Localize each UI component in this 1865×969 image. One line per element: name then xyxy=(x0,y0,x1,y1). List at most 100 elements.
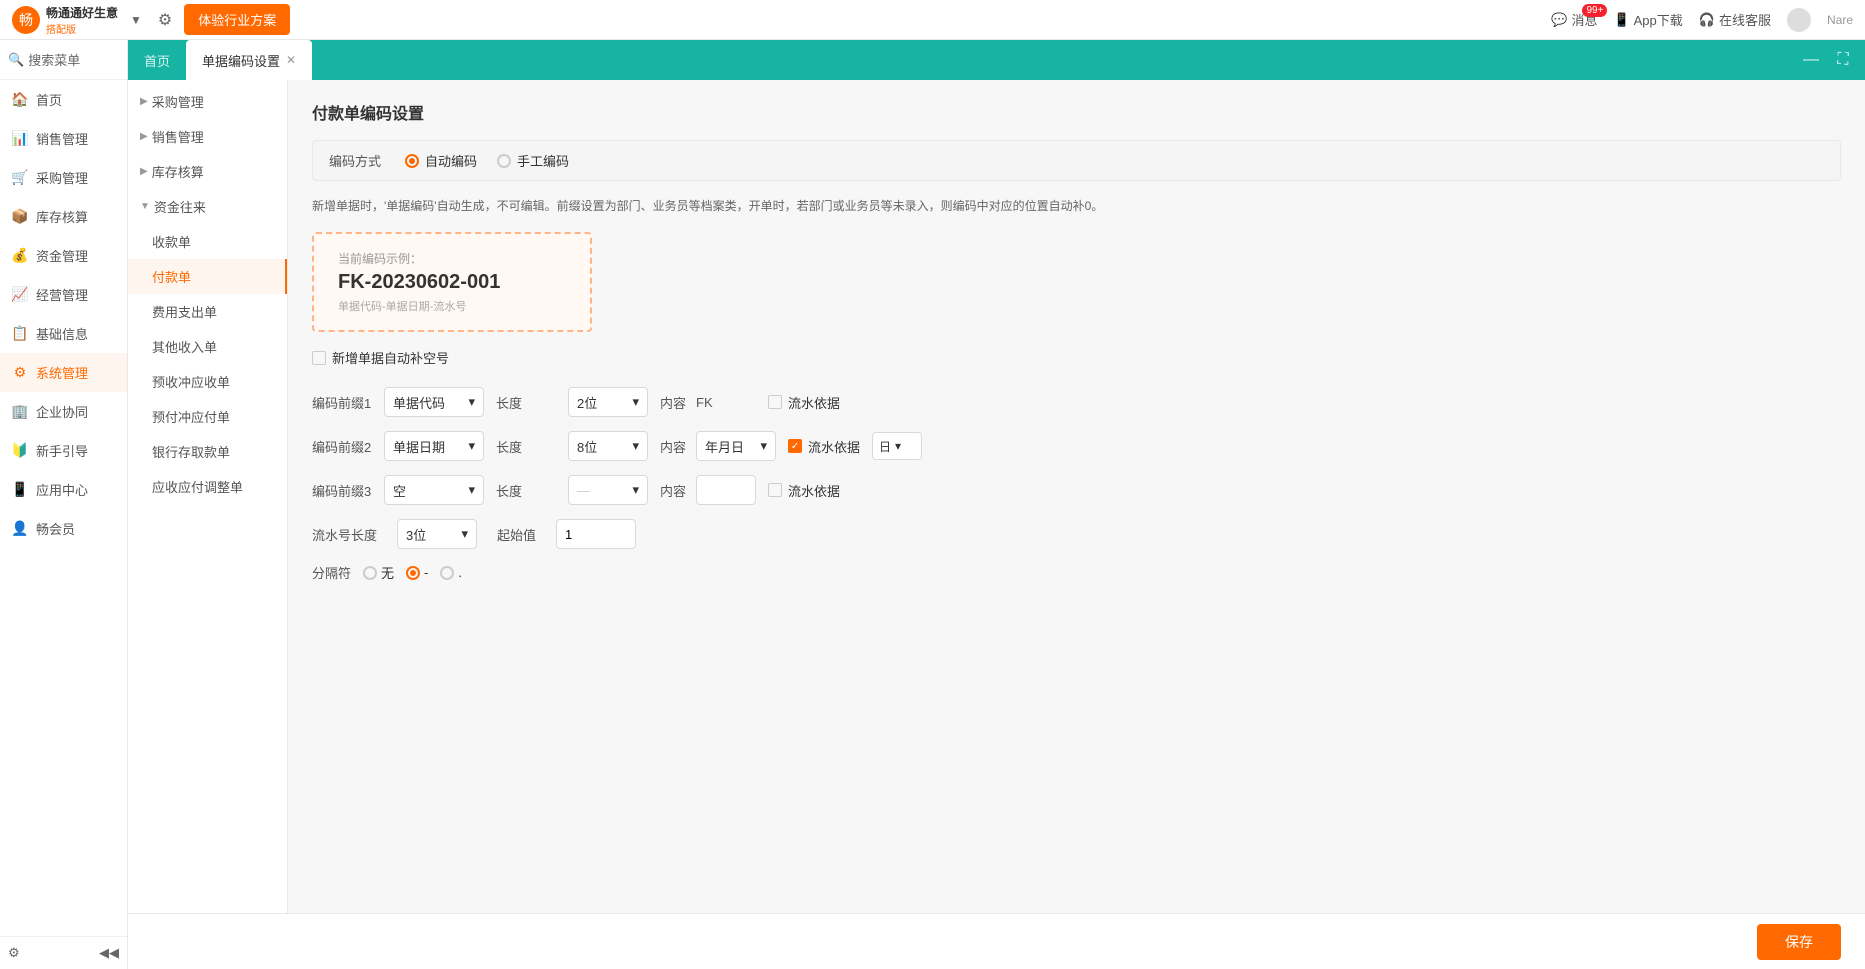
preview-label: 当前编码示例： xyxy=(338,250,566,267)
topbar-left: 畅 畅通通好生意 搭配版 ▼ ⚙ 体验行业方案 xyxy=(12,4,290,36)
sub-header-purchase[interactable]: ▶ 采购管理 xyxy=(128,84,287,119)
nav-dropdown-icon[interactable]: ▼ xyxy=(126,9,146,31)
prefix1-select[interactable]: 单据代码 ▾ xyxy=(384,387,484,417)
settings-bottom-icon[interactable]: ⚙ xyxy=(8,945,20,961)
search-icon: 🔍 xyxy=(8,52,24,68)
phone-icon: 📱 xyxy=(1613,12,1629,28)
sidebar-item-guide[interactable]: 🔰 新手引导 xyxy=(0,431,127,470)
user-avatar[interactable] xyxy=(1787,8,1811,32)
sep-dot-radio xyxy=(440,566,454,580)
app-download-button[interactable]: 📱 App下载 xyxy=(1613,10,1682,29)
sidebar-item-home[interactable]: 🏠 首页 xyxy=(0,80,127,119)
sub-item-prepay-pay[interactable]: 预付冲应付单 xyxy=(128,399,287,434)
chevron-right-icon-2: ▶ xyxy=(140,131,148,142)
prefix2-serial-checkbox[interactable]: ✓ xyxy=(788,439,802,453)
content-area: ▶ 采购管理 ▶ 销售管理 ▶ 库存核算 xyxy=(128,80,1865,913)
sub-section-capital: ▼ 资金往来 收款单 付款单 费用支出单 其他收入单 预收冲应收单 预付冲应付单… xyxy=(128,189,287,504)
dropdown-icon-5: ▾ xyxy=(760,438,767,454)
chevron-down-icon: ▼ xyxy=(140,201,150,212)
sub-item-prepay-recv[interactable]: 预收冲应收单 xyxy=(128,364,287,399)
sep-dash-radio xyxy=(406,566,420,580)
sub-item-income[interactable]: 其他收入单 xyxy=(128,329,287,364)
right-panel: 首页 单据编码设置 ✕ — ⛶ ▶ 采购管理 xyxy=(128,40,1865,969)
prefix2-length-select[interactable]: 8位 ▾ xyxy=(568,431,648,461)
sidebar-item-system[interactable]: ⚙ 系统管理 xyxy=(0,353,127,392)
chevron-right-icon: ▶ xyxy=(140,96,148,107)
topbar: 畅 畅通通好生意 搭配版 ▼ ⚙ 体验行业方案 💬 消息 99+ 📱 App下载… xyxy=(0,0,1865,40)
encoding-type-bar: 编码方式 自动编码 手工编码 xyxy=(312,140,1841,181)
tab-encoding[interactable]: 单据编码设置 ✕ xyxy=(186,40,312,80)
prefix2-length-label: 长度 xyxy=(496,437,556,456)
logo: 畅 畅通通好生意 搭配版 xyxy=(12,4,118,36)
sidebar-item-member[interactable]: 👤 畅会员 xyxy=(0,509,127,548)
separator-dash[interactable]: - xyxy=(406,565,428,580)
preview-box: 当前编码示例： FK-20230602-001 单据代码-单据日期-流水号 xyxy=(312,232,592,332)
encoding-type-label: 编码方式 xyxy=(329,151,381,170)
tab-home[interactable]: 首页 xyxy=(128,40,186,80)
apps-icon: 📱 xyxy=(12,482,28,498)
sidebar-item-sales[interactable]: 📊 销售管理 xyxy=(0,119,127,158)
prefix2-content-select[interactable]: 年月日 ▾ xyxy=(696,431,776,461)
prefix3-select[interactable]: 空 ▾ xyxy=(384,475,484,505)
prefix2-select[interactable]: 单据日期 ▾ xyxy=(384,431,484,461)
logo-text: 畅通通好生意 搭配版 xyxy=(46,4,118,36)
settings-icon[interactable]: ⚙ xyxy=(154,6,176,34)
online-service-button[interactable]: 🎧 在线客服 xyxy=(1699,10,1771,29)
message-button[interactable]: 💬 消息 99+ xyxy=(1551,10,1597,29)
sidebar-item-basic[interactable]: 📋 基础信息 xyxy=(0,314,127,353)
separator-label: 分隔符 xyxy=(312,563,351,582)
prefix3-length-select[interactable]: — ▾ xyxy=(568,475,648,505)
topbar-right: 💬 消息 99+ 📱 App下载 🎧 在线客服 Nare xyxy=(1551,8,1853,32)
sub-item-payment[interactable]: 付款单 xyxy=(128,259,287,294)
separator-dot[interactable]: . xyxy=(440,565,462,580)
sidebar-item-operation[interactable]: 📈 经营管理 xyxy=(0,275,127,314)
sub-item-bank[interactable]: 银行存取款单 xyxy=(128,434,287,469)
search-menu[interactable]: 🔍 搜索菜单 xyxy=(0,40,127,80)
prefix2-period-select[interactable]: 日 ▾ xyxy=(872,432,922,460)
sub-item-expense[interactable]: 费用支出单 xyxy=(128,294,287,329)
trial-button[interactable]: 体验行业方案 xyxy=(184,4,290,35)
purchase-icon: 🛒 xyxy=(12,170,28,186)
save-button[interactable]: 保存 xyxy=(1757,924,1841,960)
prefix2-content: 内容 年月日 ▾ xyxy=(660,431,776,461)
tab-maximize-icon[interactable]: ⛶ xyxy=(1829,46,1857,74)
message-icon: 💬 xyxy=(1551,12,1567,28)
main-layout: 🔍 搜索菜单 🏠 首页 📊 销售管理 🛒 采购管理 📦 库存核算 💰 xyxy=(0,40,1865,969)
start-value-input[interactable] xyxy=(556,519,636,549)
dropdown-icon-8: ▾ xyxy=(632,482,639,498)
sub-header-inventory[interactable]: ▶ 库存核算 xyxy=(128,154,287,189)
tab-minimize-icon[interactable]: — xyxy=(1797,46,1825,74)
dropdown-icon-7: ▾ xyxy=(468,482,475,498)
member-icon: 👤 xyxy=(12,521,28,537)
sidebar-item-enterprise[interactable]: 🏢 企业协同 xyxy=(0,392,127,431)
prefix3-label: 编码前缀3 xyxy=(312,481,372,500)
sidebar-item-purchase[interactable]: 🛒 采购管理 xyxy=(0,158,127,197)
sidebar-item-finance[interactable]: 💰 资金管理 xyxy=(0,236,127,275)
sub-header-sales[interactable]: ▶ 销售管理 xyxy=(128,119,287,154)
sub-header-capital[interactable]: ▼ 资金往来 xyxy=(128,189,287,224)
auto-fill-checkbox[interactable] xyxy=(312,351,326,365)
sub-item-adjust[interactable]: 应收应付调整单 xyxy=(128,469,287,504)
prefix3-content: 内容 xyxy=(660,475,756,505)
info-text: 新增单据时，'单据编码'自动生成，不可编辑。前缀设置为部门、业务员等档案类，开单… xyxy=(312,197,1841,216)
sub-item-receipt[interactable]: 收款单 xyxy=(128,224,287,259)
inventory-icon: 📦 xyxy=(12,209,28,225)
tab-close-icon[interactable]: ✕ xyxy=(286,53,296,67)
message-badge: 99+ xyxy=(1582,4,1607,17)
prefix1-serial-check: 流水依据 xyxy=(768,393,840,412)
serial-length-select[interactable]: 3位 ▾ xyxy=(397,519,477,549)
sidebar-item-inventory[interactable]: 📦 库存核算 xyxy=(0,197,127,236)
dropdown-icon-3: ▾ xyxy=(468,438,475,454)
page-title: 付款单编码设置 xyxy=(312,100,1841,124)
radio-auto[interactable]: 自动编码 xyxy=(405,151,477,170)
sub-section-purchase: ▶ 采购管理 xyxy=(128,84,287,119)
separator-none[interactable]: 无 xyxy=(363,563,394,582)
prefix1-serial-checkbox[interactable] xyxy=(768,395,782,409)
sidebar-item-apps[interactable]: 📱 应用中心 xyxy=(0,470,127,509)
prefix3-serial-checkbox[interactable] xyxy=(768,483,782,497)
collapse-icon[interactable]: ◀◀ xyxy=(99,945,119,961)
radio-manual[interactable]: 手工编码 xyxy=(497,151,569,170)
topbar-nav: ▼ ⚙ 体验行业方案 xyxy=(126,4,290,35)
sidebar: 🔍 搜索菜单 🏠 首页 📊 销售管理 🛒 采购管理 📦 库存核算 💰 xyxy=(0,40,128,969)
prefix1-length-select[interactable]: 2位 ▾ xyxy=(568,387,648,417)
